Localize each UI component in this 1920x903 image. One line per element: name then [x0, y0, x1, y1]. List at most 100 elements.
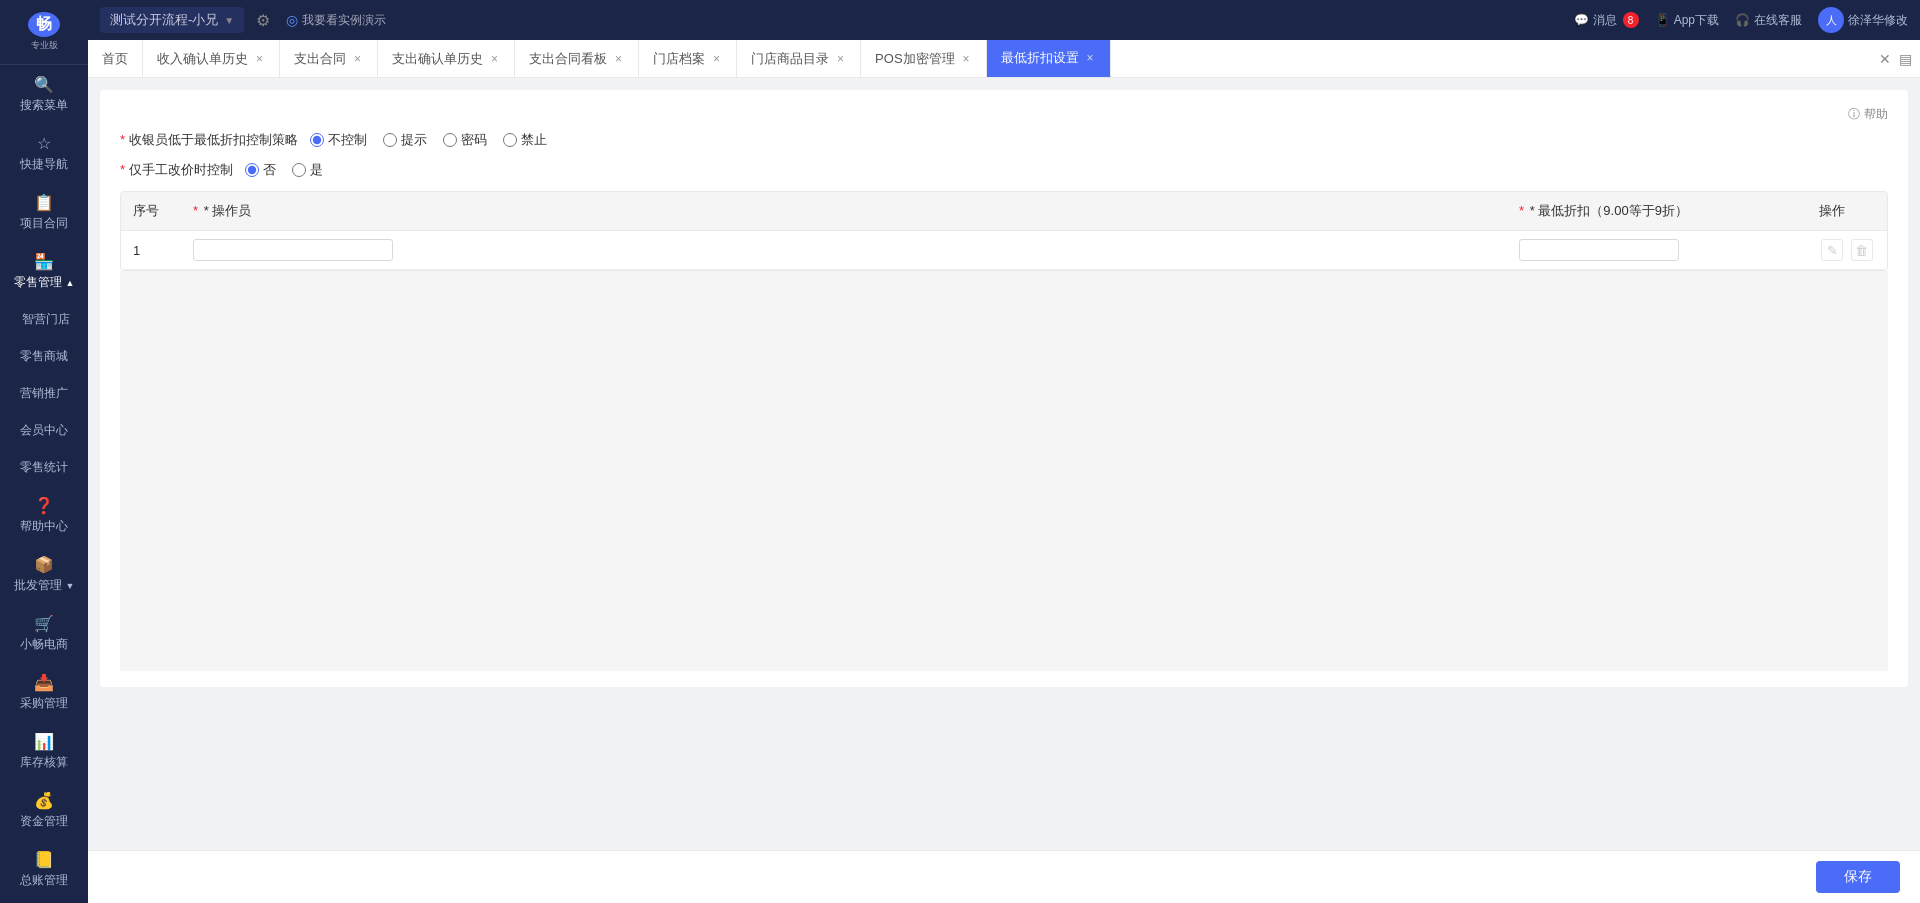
sidebar-item-purchase[interactable]: 📥 采购管理	[0, 663, 88, 722]
tabs-close-all-icon[interactable]: ✕	[1879, 51, 1891, 67]
tabs-menu-icon[interactable]: ▤	[1899, 51, 1912, 67]
sidebar-item-shortcut[interactable]: ☆ 快捷导航	[0, 124, 88, 183]
app-download-button[interactable]: 📱 App下载	[1655, 12, 1719, 29]
tab-close-icon[interactable]: ×	[835, 52, 846, 66]
messages-button[interactable]: 💬 消息 8	[1574, 12, 1639, 29]
tab-label: POS加密管理	[875, 50, 954, 68]
sidebar-item-invoice[interactable]: 🧾 发票管理	[0, 899, 88, 903]
demo-icon: ◎	[286, 12, 298, 28]
tab-close-icon[interactable]: ×	[613, 52, 624, 66]
col-header-seq: 序号	[121, 192, 181, 231]
project-dropdown-icon: ▼	[224, 15, 234, 26]
strategy-ban[interactable]: 禁止	[503, 131, 547, 149]
tab-close-icon[interactable]: ×	[961, 52, 972, 66]
user-menu[interactable]: 人 徐泽华修改	[1818, 7, 1908, 33]
logo-text: 专业版	[31, 39, 58, 52]
manual-price-no[interactable]: 否	[245, 161, 276, 179]
tab-income-confirm[interactable]: 收入确认单历史 ×	[143, 40, 280, 78]
tab-payment-board[interactable]: 支出合同看板 ×	[515, 40, 639, 78]
strategy-password[interactable]: 密码	[443, 131, 487, 149]
col-header-actions: 操作	[1807, 192, 1887, 231]
strategy-prompt[interactable]: 提示	[383, 131, 427, 149]
tab-payment-confirm[interactable]: 支出确认单历史 ×	[378, 40, 515, 78]
sidebar-item-label: 会员中心	[20, 422, 68, 439]
sidebar-item-ecommerce[interactable]: 🛒 小畅电商	[0, 604, 88, 663]
strategy-prompt-radio[interactable]	[383, 133, 397, 147]
sidebar-item-batch-mgmt[interactable]: 📦 批发管理 ▼	[0, 545, 88, 604]
sidebar-item-label: 采购管理	[20, 695, 68, 712]
sidebar-item-retail-mall[interactable]: 零售商城	[0, 338, 88, 375]
store-icon: 🏪	[34, 252, 54, 271]
sidebar-item-project[interactable]: 📋 项目合同	[0, 183, 88, 242]
operator-input[interactable]	[193, 239, 393, 261]
tab-label: 收入确认单历史	[157, 50, 248, 68]
message-icon: 💬	[1574, 13, 1589, 27]
tab-store-products[interactable]: 门店商品目录 ×	[737, 40, 861, 78]
save-button[interactable]: 保存	[1816, 861, 1900, 893]
sidebar-item-label: 零售商城	[20, 348, 68, 365]
sidebar-item-ledger[interactable]: 📒 总账管理	[0, 840, 88, 899]
settings-gear-icon: ⚙	[256, 12, 270, 29]
strategy-no-control-label: 不控制	[328, 131, 367, 149]
contract-icon: 📋	[34, 193, 54, 212]
help-button[interactable]: ⓘ 帮助	[1848, 106, 1888, 123]
manual-price-no-radio[interactable]	[245, 163, 259, 177]
tab-close-icon[interactable]: ×	[1085, 51, 1096, 65]
tab-min-discount[interactable]: 最低折扣设置 ×	[987, 40, 1111, 78]
tab-close-icon[interactable]: ×	[711, 52, 722, 66]
tab-store-file[interactable]: 门店档案 ×	[639, 40, 737, 78]
sidebar-item-label: 零售管理	[14, 274, 62, 291]
strategy-no-control[interactable]: 不控制	[310, 131, 367, 149]
sidebar-item-inventory[interactable]: 📊 库存核算	[0, 722, 88, 781]
row-edit-button[interactable]: ✎	[1821, 239, 1843, 261]
strategy-ban-label: 禁止	[521, 131, 547, 149]
demo-text: 我要看实例演示	[302, 12, 386, 29]
tab-label: 门店商品目录	[751, 50, 829, 68]
sidebar-item-smart-store[interactable]: 智营门店	[0, 301, 88, 338]
project-selector[interactable]: 测试分开流程-小兄 ▼	[100, 7, 244, 33]
tab-close-icon[interactable]: ×	[254, 52, 265, 66]
demo-link[interactable]: ◎ 我要看实例演示	[286, 12, 386, 29]
sidebar-item-finance[interactable]: 💰 资金管理	[0, 781, 88, 840]
sidebar-item-label: 零售统计	[20, 459, 68, 476]
strategy-no-control-radio[interactable]	[310, 133, 324, 147]
star-icon: ☆	[37, 134, 51, 153]
sidebar-item-help-center[interactable]: ❓ 帮助中心	[0, 486, 88, 545]
manual-price-label: * 仅手工改价时控制	[120, 161, 233, 179]
tab-label: 门店档案	[653, 50, 705, 68]
manual-price-yes-radio[interactable]	[292, 163, 306, 177]
strategy-ban-radio[interactable]	[503, 133, 517, 147]
tab-pos-password[interactable]: POS加密管理 ×	[861, 40, 986, 78]
sidebar-item-label: 库存核算	[20, 754, 68, 771]
empty-area	[120, 271, 1888, 671]
help-label: 帮助	[1864, 106, 1888, 123]
strategy-password-radio[interactable]	[443, 133, 457, 147]
sidebar: 畅 专业版 🔍 搜索菜单 ☆ 快捷导航 📋 项目合同 🏪 零售管理 ▲ 智营门店…	[0, 0, 88, 903]
sidebar-item-retail-mgmt[interactable]: 🏪 零售管理 ▲	[0, 242, 88, 301]
discount-input[interactable]	[1519, 239, 1679, 261]
manual-price-yes[interactable]: 是	[292, 161, 323, 179]
tab-close-icon[interactable]: ×	[489, 52, 500, 66]
topbar-settings-button[interactable]: ⚙	[256, 11, 270, 30]
tab-close-icon[interactable]: ×	[352, 52, 363, 66]
tab-payment-contract[interactable]: 支出合同 ×	[280, 40, 378, 78]
finance-icon: 💰	[34, 791, 54, 810]
sidebar-item-label: 帮助中心	[20, 518, 68, 535]
tab-label: 支出合同	[294, 50, 346, 68]
online-support-button[interactable]: 🎧 在线客服	[1735, 12, 1802, 29]
row-delete-button[interactable]: 🗑	[1851, 239, 1873, 261]
main-content: 测试分开流程-小兄 ▼ ⚙ ◎ 我要看实例演示 💬 消息 8 📱 App下载 🎧…	[88, 0, 1920, 903]
ecommerce-icon: 🛒	[34, 614, 54, 633]
tab-home[interactable]: 首页	[88, 40, 143, 78]
user-name: 徐泽华修改	[1848, 12, 1908, 29]
sidebar-item-retail-stats[interactable]: 零售统计	[0, 449, 88, 486]
sidebar-item-member-center[interactable]: 会员中心	[0, 412, 88, 449]
sidebar-item-label: 项目合同	[20, 215, 68, 232]
discount-table: 序号 * * 操作员 * * 最低折扣（9.00等于9折） 操作	[121, 192, 1887, 270]
tab-label: 最低折扣设置	[1001, 49, 1079, 67]
sidebar-item-sales-promo[interactable]: 营销推广	[0, 375, 88, 412]
messages-badge: 8	[1623, 12, 1639, 28]
project-name: 测试分开流程-小兄	[110, 11, 218, 29]
sidebar-item-search[interactable]: 🔍 搜索菜单	[0, 65, 88, 124]
online-support-label: 在线客服	[1754, 12, 1802, 29]
